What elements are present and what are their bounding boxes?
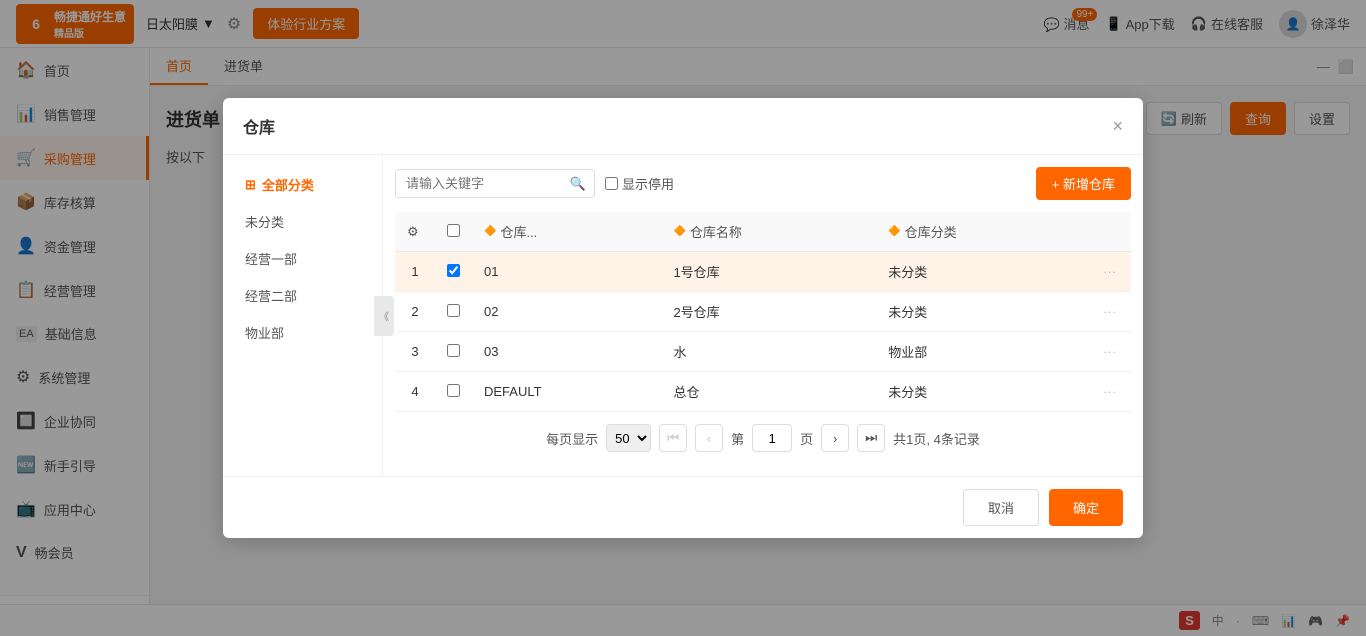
category-item-uncategorized[interactable]: 未分类 bbox=[235, 204, 370, 239]
warehouse-table: ⚙ 🔶 仓库... bbox=[395, 212, 1131, 412]
sort-icon: 🔶 bbox=[484, 226, 496, 237]
show-disabled-label: 显示停用 bbox=[622, 174, 674, 193]
search-wrap: 🔍 bbox=[395, 169, 595, 198]
warehouse-modal: 仓库 × ⊞ 全部分类 未分类 经营一部 经营二部 bbox=[223, 98, 1143, 538]
col-more bbox=[1091, 212, 1131, 252]
page-size-select[interactable]: 50 bbox=[606, 424, 651, 452]
table-row[interactable]: 3 03 水 物业部 ··· bbox=[395, 332, 1131, 372]
category-all-header[interactable]: ⊞ 全部分类 bbox=[235, 167, 370, 202]
row-check-4[interactable] bbox=[435, 372, 472, 412]
col-checkbox bbox=[435, 212, 472, 252]
page-unit-label: 页 bbox=[800, 429, 813, 448]
row-code-2: 02 bbox=[472, 292, 661, 332]
sort-cat-icon: 🔶 bbox=[888, 226, 900, 237]
modal-footer: 取消 确定 bbox=[223, 476, 1143, 538]
modal-header: 仓库 × bbox=[223, 98, 1143, 155]
row-more-3[interactable]: ··· bbox=[1091, 332, 1131, 372]
page-input[interactable] bbox=[752, 424, 792, 452]
row-code-4: DEFAULT bbox=[472, 372, 661, 412]
row-name-3: 水 bbox=[661, 332, 876, 372]
search-input[interactable] bbox=[396, 170, 562, 197]
row-more-1[interactable]: ··· bbox=[1091, 252, 1131, 292]
row-num-4: 4 bbox=[395, 372, 435, 412]
table-scroll: ⚙ 🔶 仓库... bbox=[395, 212, 1131, 412]
page-last-button[interactable]: ⏭ bbox=[857, 424, 885, 452]
cancel-button[interactable]: 取消 bbox=[963, 489, 1039, 526]
table-row[interactable]: 1 01 1号仓库 未分类 ··· bbox=[395, 252, 1131, 292]
category-item-property[interactable]: 物业部 bbox=[235, 315, 370, 350]
page-next-button[interactable]: › bbox=[821, 424, 849, 452]
row-check-1[interactable] bbox=[435, 252, 472, 292]
table-area: 🔍 显示停用 + 新增仓库 bbox=[383, 155, 1143, 476]
category-item-ops1[interactable]: 经营一部 bbox=[235, 241, 370, 276]
col-gear: ⚙ bbox=[395, 212, 435, 252]
table-row[interactable]: 4 DEFAULT 总仓 未分类 ··· bbox=[395, 372, 1131, 412]
confirm-button[interactable]: 确定 bbox=[1049, 489, 1123, 526]
row-num-1: 1 bbox=[395, 252, 435, 292]
table-toolbar: 🔍 显示停用 + 新增仓库 bbox=[395, 167, 1131, 200]
row-name-4: 总仓 bbox=[661, 372, 876, 412]
row-code-3: 03 bbox=[472, 332, 661, 372]
row-name-2: 2号仓库 bbox=[661, 292, 876, 332]
row-num-3: 3 bbox=[395, 332, 435, 372]
show-disabled-wrap: 显示停用 bbox=[605, 174, 674, 193]
category-sidebar: ⊞ 全部分类 未分类 经营一部 经营二部 物业部 《 bbox=[223, 155, 383, 476]
col-code: 🔶 仓库... bbox=[472, 212, 661, 252]
add-warehouse-button[interactable]: + 新增仓库 bbox=[1036, 167, 1131, 200]
select-all-checkbox[interactable] bbox=[447, 224, 460, 237]
search-icon[interactable]: 🔍 bbox=[562, 176, 594, 192]
row-num-2: 2 bbox=[395, 292, 435, 332]
modal-body: ⊞ 全部分类 未分类 经营一部 经营二部 物业部 《 bbox=[223, 155, 1143, 476]
row-check-2[interactable] bbox=[435, 292, 472, 332]
row-more-2[interactable]: ··· bbox=[1091, 292, 1131, 332]
category-all-label: 全部分类 bbox=[262, 175, 314, 194]
col-name: 🔶 仓库名称 bbox=[661, 212, 876, 252]
row-category-1: 未分类 bbox=[876, 252, 1091, 292]
table-head: ⚙ 🔶 仓库... bbox=[395, 212, 1131, 252]
table-body: 1 01 1号仓库 未分类 ··· 2 02 2 bbox=[395, 252, 1131, 412]
modal-title: 仓库 bbox=[243, 114, 275, 138]
gear-header-icon: ⚙ bbox=[407, 224, 419, 239]
row-code-1: 01 bbox=[472, 252, 661, 292]
table-row[interactable]: 2 02 2号仓库 未分类 ··· bbox=[395, 292, 1131, 332]
row-more-4[interactable]: ··· bbox=[1091, 372, 1131, 412]
row-category-4: 未分类 bbox=[876, 372, 1091, 412]
modal-close-button[interactable]: × bbox=[1112, 116, 1123, 137]
pagination: 每页显示 50 ⏮ ‹ 第 页 › ⏭ 共1页, 4条记录 bbox=[395, 412, 1131, 464]
show-disabled-checkbox[interactable] bbox=[605, 177, 618, 190]
page-prev-button[interactable]: ‹ bbox=[695, 424, 723, 452]
modal-overlay: 仓库 × ⊞ 全部分类 未分类 经营一部 经营二部 bbox=[0, 0, 1366, 636]
page-size-label: 每页显示 bbox=[546, 429, 598, 448]
row-name-1: 1号仓库 bbox=[661, 252, 876, 292]
row-category-2: 未分类 bbox=[876, 292, 1091, 332]
page-label: 第 bbox=[731, 429, 744, 448]
row-check-3[interactable] bbox=[435, 332, 472, 372]
sort-name-icon: 🔶 bbox=[673, 226, 685, 237]
category-item-ops2[interactable]: 经营二部 bbox=[235, 278, 370, 313]
row-category-3: 物业部 bbox=[876, 332, 1091, 372]
page-first-button[interactable]: ⏮ bbox=[659, 424, 687, 452]
collapse-sidebar-button[interactable]: 《 bbox=[374, 296, 394, 336]
page-total-label: 共1页, 4条记录 bbox=[893, 429, 980, 448]
col-category: 🔶 仓库分类 bbox=[876, 212, 1091, 252]
grid-icon: ⊞ bbox=[245, 177, 256, 193]
